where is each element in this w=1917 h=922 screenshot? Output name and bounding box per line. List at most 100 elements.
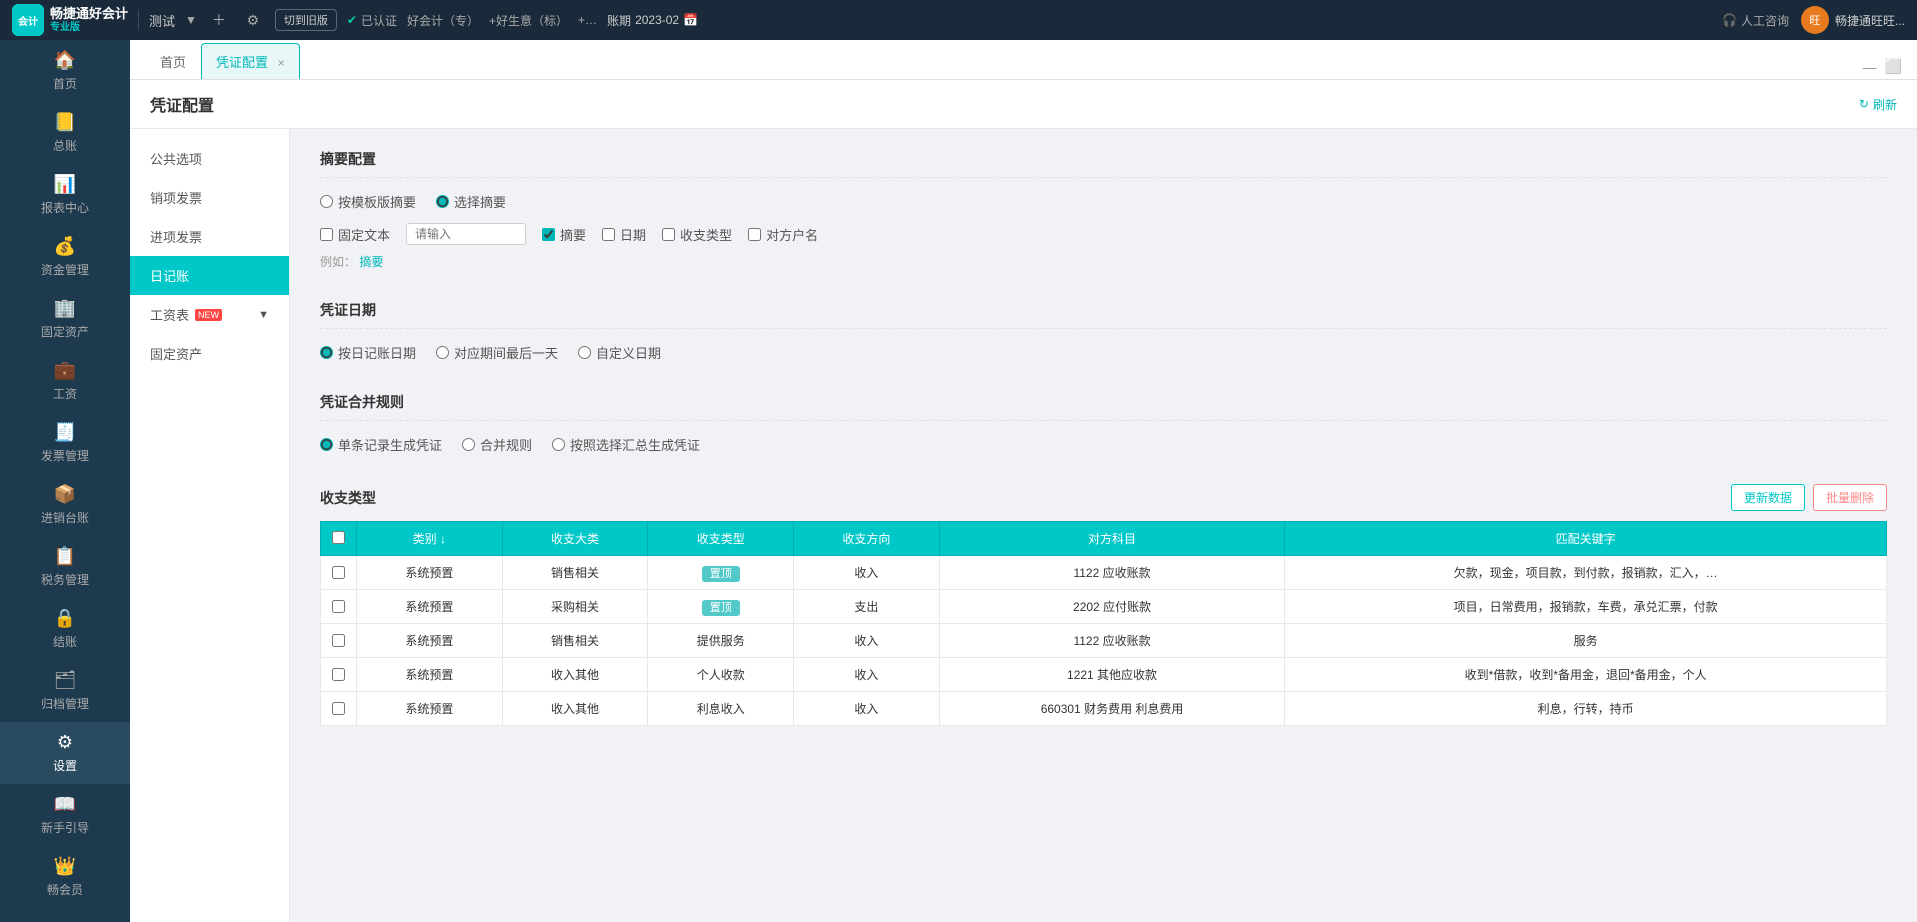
checkbox-summary[interactable]: 摘要: [542, 225, 586, 244]
tax-icon: 📋: [54, 546, 76, 567]
summary-radio-group: 按模板版摘要 选择摘要: [320, 192, 1887, 211]
sidebar-item-assets[interactable]: 🏢 固定资产: [0, 288, 130, 350]
row-major-1: 采购相关: [502, 590, 648, 624]
radio-select-label[interactable]: 选择摘要: [436, 192, 506, 211]
reset-tag-1[interactable]: 置顶: [702, 600, 740, 616]
row-checkbox-cell[interactable]: [321, 624, 357, 658]
calendar-icon[interactable]: 📅: [683, 13, 698, 27]
date-checkbox[interactable]: [602, 228, 615, 241]
row-checkbox-cell[interactable]: [321, 590, 357, 624]
row-checkbox-4[interactable]: [332, 702, 345, 715]
radio-merge-rule[interactable]: 合并规则: [462, 435, 532, 454]
sidebar-item-salary[interactable]: 💼 工资: [0, 350, 130, 412]
radio-merge-rule-input[interactable]: [462, 438, 475, 451]
consult-button[interactable]: 🎧 人工咨询: [1722, 12, 1789, 29]
th-category[interactable]: 类别 ↓: [357, 522, 503, 556]
update-data-button[interactable]: 更新数据: [1731, 484, 1805, 511]
radio-journal-date-input[interactable]: [320, 346, 333, 359]
row-category-4: 系统预置: [357, 692, 503, 726]
tab-maximize-button[interactable]: ⬜: [1885, 58, 1902, 75]
tag-good-business: +好生意（标）: [489, 12, 568, 29]
member-icon: 👑: [54, 856, 76, 877]
sidebar-label-purchase: 进销台账: [41, 509, 89, 526]
refresh-button[interactable]: ↻ 刷新: [1859, 96, 1897, 113]
switch-old-button[interactable]: 切到旧版: [275, 9, 337, 31]
row-major-2: 销售相关: [502, 624, 648, 658]
left-item-journal[interactable]: 日记账: [130, 256, 289, 295]
row-checkbox-cell[interactable]: [321, 556, 357, 590]
topbar-settings-button[interactable]: ⚙: [241, 8, 265, 32]
sidebar-item-purchase[interactable]: 📦 进销台账: [0, 474, 130, 536]
reset-tag-0[interactable]: 置顶: [702, 566, 740, 582]
row-checkbox-2[interactable]: [332, 634, 345, 647]
sidebar-item-archive[interactable]: 🗂 归档管理: [0, 660, 130, 722]
radio-journal-date[interactable]: 按日记账日期: [320, 343, 416, 362]
close-period-icon: 🔒: [54, 608, 76, 629]
left-item-public[interactable]: 公共选项: [130, 139, 289, 178]
batch-delete-button[interactable]: 批量删除: [1813, 484, 1887, 511]
radio-template[interactable]: [320, 195, 333, 208]
radio-summary-generate-input[interactable]: [552, 438, 565, 451]
topbar-test-label: 测试: [149, 11, 175, 30]
row-subject-1: 2202 应付账款: [939, 590, 1285, 624]
sidebar-item-guide[interactable]: 📖 新手引导: [0, 784, 130, 846]
counterparty-checkbox[interactable]: [748, 228, 761, 241]
sidebar-item-tax[interactable]: 📋 税务管理: [0, 536, 130, 598]
table-row: 系统预置 采购相关 置顶 支出 2202 应付账款 项目，日常费用，报销款，车费…: [321, 590, 1887, 624]
sidebar-item-ledger[interactable]: 📒 总账: [0, 102, 130, 164]
radio-custom-date-input[interactable]: [578, 346, 591, 359]
purchase-icon: 📦: [54, 484, 76, 505]
select-all-checkbox[interactable]: [332, 531, 345, 544]
sidebar-item-invoice-mgmt[interactable]: 🧾 发票管理: [0, 412, 130, 474]
archive-icon: 🗂: [54, 670, 77, 691]
row-checkbox-3[interactable]: [332, 668, 345, 681]
main-layout: 🏠 首页 📒 总账 📊 报表中心 💰 资金管理 🏢 固定资产 💼 工资 🧾 发票…: [0, 40, 1917, 922]
table-row: 系统预置 销售相关 提供服务 收入 1122 应收账款 服务: [321, 624, 1887, 658]
radio-select[interactable]: [436, 195, 449, 208]
new-badge: NEW: [195, 309, 222, 321]
topbar-arrow-icon[interactable]: ▼: [185, 13, 197, 27]
sidebar-label-home: 首页: [53, 75, 77, 92]
sidebar-item-reports[interactable]: 📊 报表中心: [0, 164, 130, 226]
radio-custom-date[interactable]: 自定义日期: [578, 343, 661, 362]
th-direction: 收支方向: [794, 522, 940, 556]
tab-voucher-config[interactable]: 凭证配置 ×: [201, 43, 300, 79]
sidebar-item-home[interactable]: 🏠 首页: [0, 40, 130, 102]
checkbox-income-type[interactable]: 收支类型: [662, 225, 732, 244]
funds-icon: 💰: [54, 236, 76, 257]
radio-single-record[interactable]: 单条记录生成凭证: [320, 435, 442, 454]
sidebar-item-member[interactable]: 👑 畅会员: [0, 846, 130, 908]
tab-close-button[interactable]: ×: [278, 56, 285, 70]
sidebar-item-funds[interactable]: 💰 资金管理: [0, 226, 130, 288]
sidebar-label-ledger: 总账: [53, 137, 77, 154]
fixed-text-checkbox[interactable]: [320, 228, 333, 241]
row-checkbox-0[interactable]: [332, 566, 345, 579]
left-item-fixed-assets[interactable]: 固定资产: [130, 334, 289, 373]
topbar-right: 🎧 人工咨询 旺 畅捷通旺旺...: [1722, 6, 1905, 34]
tab-home[interactable]: 首页: [145, 43, 201, 79]
sidebar-item-close[interactable]: 🔒 结账: [0, 598, 130, 660]
checkbox-date[interactable]: 日期: [602, 225, 646, 244]
left-item-sales-invoice[interactable]: 销项发票: [130, 178, 289, 217]
radio-template-label[interactable]: 按模板版摘要: [320, 192, 416, 211]
left-item-purchase-invoice[interactable]: 进项发票: [130, 217, 289, 256]
row-checkbox-1[interactable]: [332, 600, 345, 613]
topbar-add-button[interactable]: ＋: [207, 8, 231, 32]
tab-minimize-button[interactable]: —: [1863, 59, 1877, 75]
row-checkbox-cell[interactable]: [321, 692, 357, 726]
fixed-text-input[interactable]: [406, 223, 526, 245]
left-item-payroll[interactable]: 工资表 NEW ▼: [130, 295, 289, 334]
radio-period-last[interactable]: 对应期间最后一天: [436, 343, 558, 362]
sidebar-item-settings[interactable]: ⚙ 设置: [0, 722, 130, 784]
summary-checkbox[interactable]: [542, 228, 555, 241]
row-checkbox-cell[interactable]: [321, 658, 357, 692]
checkbox-fixed-text[interactable]: 固定文本: [320, 225, 390, 244]
radio-single-record-input[interactable]: [320, 438, 333, 451]
row-direction-2: 收入: [794, 624, 940, 658]
income-type-checkbox[interactable]: [662, 228, 675, 241]
checkbox-counterparty[interactable]: 对方户名: [748, 225, 818, 244]
user-profile[interactable]: 旺 畅捷通旺旺...: [1801, 6, 1905, 34]
radio-summary-generate[interactable]: 按照选择汇总生成凭证: [552, 435, 700, 454]
th-checkbox[interactable]: [321, 522, 357, 556]
radio-period-last-input[interactable]: [436, 346, 449, 359]
